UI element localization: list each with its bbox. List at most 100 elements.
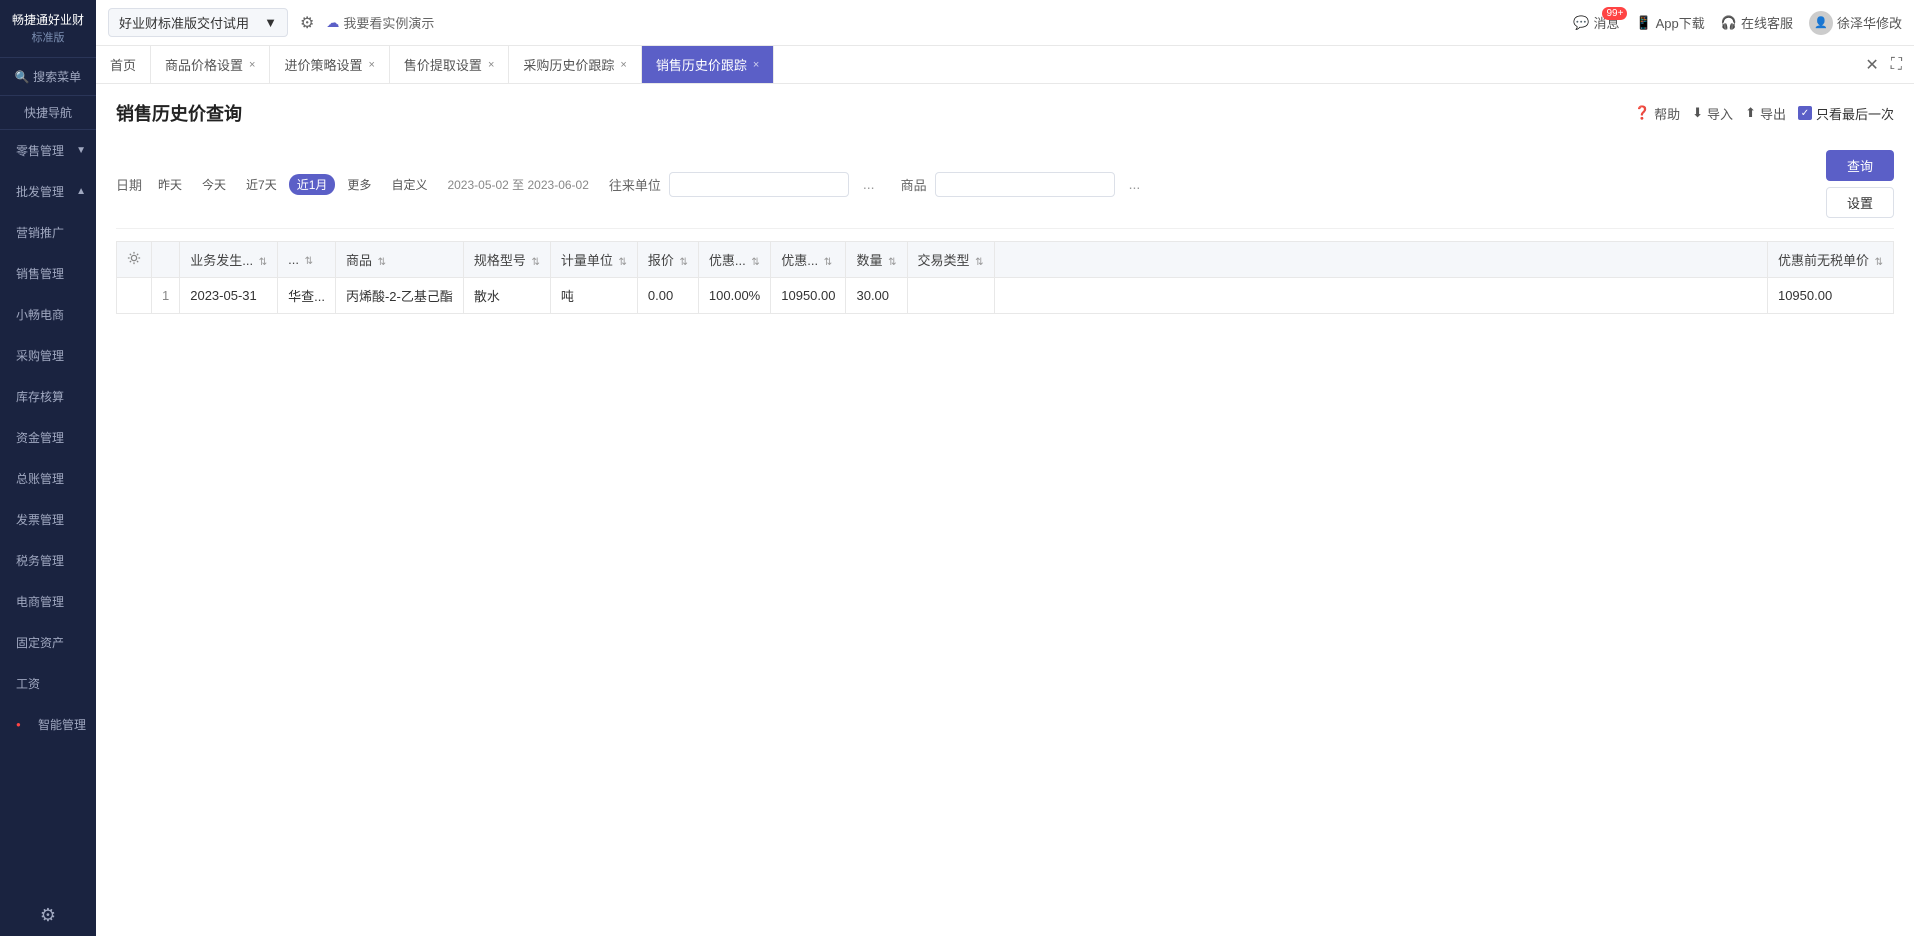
app-download-button[interactable]: 📱 App下载	[1635, 13, 1704, 32]
col-spec[interactable]: 规格型号 ⇅	[463, 242, 550, 278]
col-pretax-price[interactable]: 优惠前无税单价 ⇅	[1767, 242, 1893, 278]
col-more[interactable]: ... ⇅	[278, 242, 336, 278]
col-discount1-label: 优惠...	[709, 253, 746, 268]
sidebar-item-ledger[interactable]: 总账管理	[0, 458, 96, 499]
close-icon[interactable]: ×	[249, 59, 255, 71]
close-icon[interactable]: ×	[620, 59, 626, 71]
sidebar-item-marketing[interactable]: 营销推广	[0, 212, 96, 253]
col-discount2[interactable]: 优惠... ⇅	[771, 242, 846, 278]
sort-icon: ⇅	[531, 257, 539, 268]
col-discount1[interactable]: 优惠... ⇅	[698, 242, 770, 278]
sidebar-item-sales[interactable]: 销售管理	[0, 253, 96, 294]
only-last-label: 只看最后一次	[1816, 104, 1894, 123]
close-icon[interactable]: ×	[488, 59, 494, 71]
col-trans-type-label: 交易类型	[918, 253, 970, 268]
date-today[interactable]: 今天	[194, 174, 234, 195]
chevron-up-icon: ▲	[76, 186, 86, 197]
settings-button[interactable]: 设置	[1826, 187, 1894, 218]
goods-input[interactable]	[935, 172, 1115, 197]
sidebar-item-invoice-label: 发票管理	[16, 511, 64, 528]
date-filter-label: 日期	[116, 175, 142, 194]
sidebar-item-retail[interactable]: 零售管理 ▼	[0, 130, 96, 171]
row-settings	[117, 278, 152, 314]
date-shortcuts: 昨天 今天 近7天 近1月 更多 自定义	[150, 174, 435, 195]
date-custom[interactable]: 自定义	[383, 174, 435, 195]
export-link[interactable]: ⬆ 导出	[1745, 104, 1786, 123]
goods-dots[interactable]: ...	[1123, 174, 1147, 194]
tab-purchase-history[interactable]: 采购历史价跟踪 ×	[509, 46, 641, 84]
row-discount1: 100.00%	[698, 278, 770, 314]
sidebar-item-tax[interactable]: 税务管理	[0, 540, 96, 581]
col-quantity[interactable]: 数量 ⇅	[846, 242, 907, 278]
sidebar-item-invoice[interactable]: 发票管理	[0, 499, 96, 540]
data-table: 业务发生... ⇅ ... ⇅ 商品 ⇅	[116, 241, 1894, 314]
sidebar-item-inventory[interactable]: 库存核算	[0, 376, 96, 417]
query-button[interactable]: 查询	[1826, 150, 1894, 181]
date-yesterday[interactable]: 昨天	[150, 174, 190, 195]
sidebar-item-fixed-assets[interactable]: 固定资产	[0, 622, 96, 663]
tab-price[interactable]: 商品价格设置 ×	[151, 46, 270, 84]
col-goods[interactable]: 商品 ⇅	[335, 242, 463, 278]
sidebar-item-payroll[interactable]: 工资	[0, 663, 96, 704]
close-icon[interactable]: ×	[368, 59, 374, 71]
tab-maximize-button[interactable]: ⛶	[1887, 54, 1906, 76]
sidebar-footer-settings[interactable]: ⚙	[0, 895, 96, 936]
row-pretax-price: 10950.00	[1767, 278, 1893, 314]
sidebar-item-ecommerce-label: 电商管理	[16, 593, 64, 610]
sidebar-quick-nav[interactable]: 快捷导航	[0, 96, 96, 130]
query-action-buttons: 查询 设置	[1826, 150, 1894, 218]
date-more[interactable]: 更多	[339, 174, 379, 195]
col-spec-label: 规格型号	[474, 253, 526, 268]
settings-icon[interactable]	[127, 251, 141, 265]
sidebar-item-wholesale-label: 批发管理	[16, 183, 64, 200]
sidebar-item-purchase[interactable]: 采购管理	[0, 335, 96, 376]
col-biz-date-label: 业务发生...	[190, 253, 253, 268]
user-menu[interactable]: 👤 徐泽华修改	[1809, 11, 1902, 35]
sidebar-logo: 畅捷通好业财 标准版	[0, 0, 96, 58]
tab-sales-history[interactable]: 销售历史价跟踪 ×	[642, 46, 774, 84]
message-button[interactable]: 💬 消息 99+	[1573, 13, 1619, 32]
tab-sale-price[interactable]: 售价提取设置 ×	[390, 46, 509, 84]
tab-price-label: 商品价格设置	[165, 55, 243, 74]
close-icon[interactable]: ×	[753, 59, 759, 71]
col-trans-type[interactable]: 交易类型 ⇅	[907, 242, 994, 278]
help-link[interactable]: ❓ 帮助	[1634, 104, 1680, 123]
online-service-button[interactable]: 🎧 在线客服	[1721, 13, 1793, 32]
sidebar-item-smart[interactable]: 智能管理	[0, 704, 96, 745]
cloud-icon: ☁	[326, 15, 339, 31]
sidebar-search[interactable]: 🔍 搜索菜单	[0, 58, 96, 96]
tab-home[interactable]: 首页	[96, 46, 151, 84]
from-unit-dots[interactable]: ...	[857, 174, 881, 194]
topbar-settings-button[interactable]: ⚙	[300, 13, 314, 33]
tab-close-button[interactable]: ✕	[1861, 53, 1882, 77]
col-unit-label: 计量单位	[561, 253, 613, 268]
col-unit[interactable]: 计量单位 ⇅	[550, 242, 637, 278]
date-7days[interactable]: 近7天	[238, 174, 285, 195]
col-num	[152, 242, 180, 278]
col-price[interactable]: 报价 ⇅	[637, 242, 698, 278]
import-link[interactable]: ⬇ 导入	[1692, 104, 1733, 123]
sidebar-item-ecommerce[interactable]: 电商管理	[0, 581, 96, 622]
date-range-display: 2023-05-02 至 2023-06-02	[447, 176, 588, 193]
module-selector[interactable]: 好业财标准版交付试用 ▼	[108, 8, 288, 37]
sort-icon: ⇅	[975, 257, 983, 268]
date-1month[interactable]: 近1月	[289, 174, 336, 195]
message-icon: 💬	[1573, 15, 1589, 31]
sidebar-item-finance[interactable]: 资金管理	[0, 417, 96, 458]
sidebar-item-wholesale[interactable]: 批发管理 ▲	[0, 171, 96, 212]
from-unit-input[interactable]	[669, 172, 849, 197]
sidebar-item-xchang[interactable]: 小畅电商	[0, 294, 96, 335]
sidebar-item-sales-label: 销售管理	[16, 265, 64, 282]
gear-icon: ⚙	[40, 905, 56, 925]
filter-bar: 日期 昨天 今天 近7天 近1月 更多 自定义 2023-05-02 至 202…	[116, 140, 1894, 229]
tab-strategy-label: 进价策略设置	[284, 55, 362, 74]
demo-link[interactable]: ☁ 我要看实例演示	[326, 13, 434, 32]
only-last-checkbox[interactable]: 只看最后一次	[1798, 104, 1894, 123]
sidebar-quick-nav-label: 快捷导航	[24, 106, 72, 120]
sort-icon: ⇅	[888, 257, 896, 268]
table-row: 1 2023-05-31 华查... 丙烯酸-2-乙基己酯 散水 吨 0.00 …	[117, 278, 1894, 314]
col-biz-date[interactable]: 业务发生... ⇅	[180, 242, 278, 278]
tab-strategy[interactable]: 进价策略设置 ×	[270, 46, 389, 84]
sidebar-item-finance-label: 资金管理	[16, 429, 64, 446]
page-actions: ❓ 帮助 ⬇ 导入 ⬆ 导出 只看最后一次	[1634, 104, 1894, 123]
